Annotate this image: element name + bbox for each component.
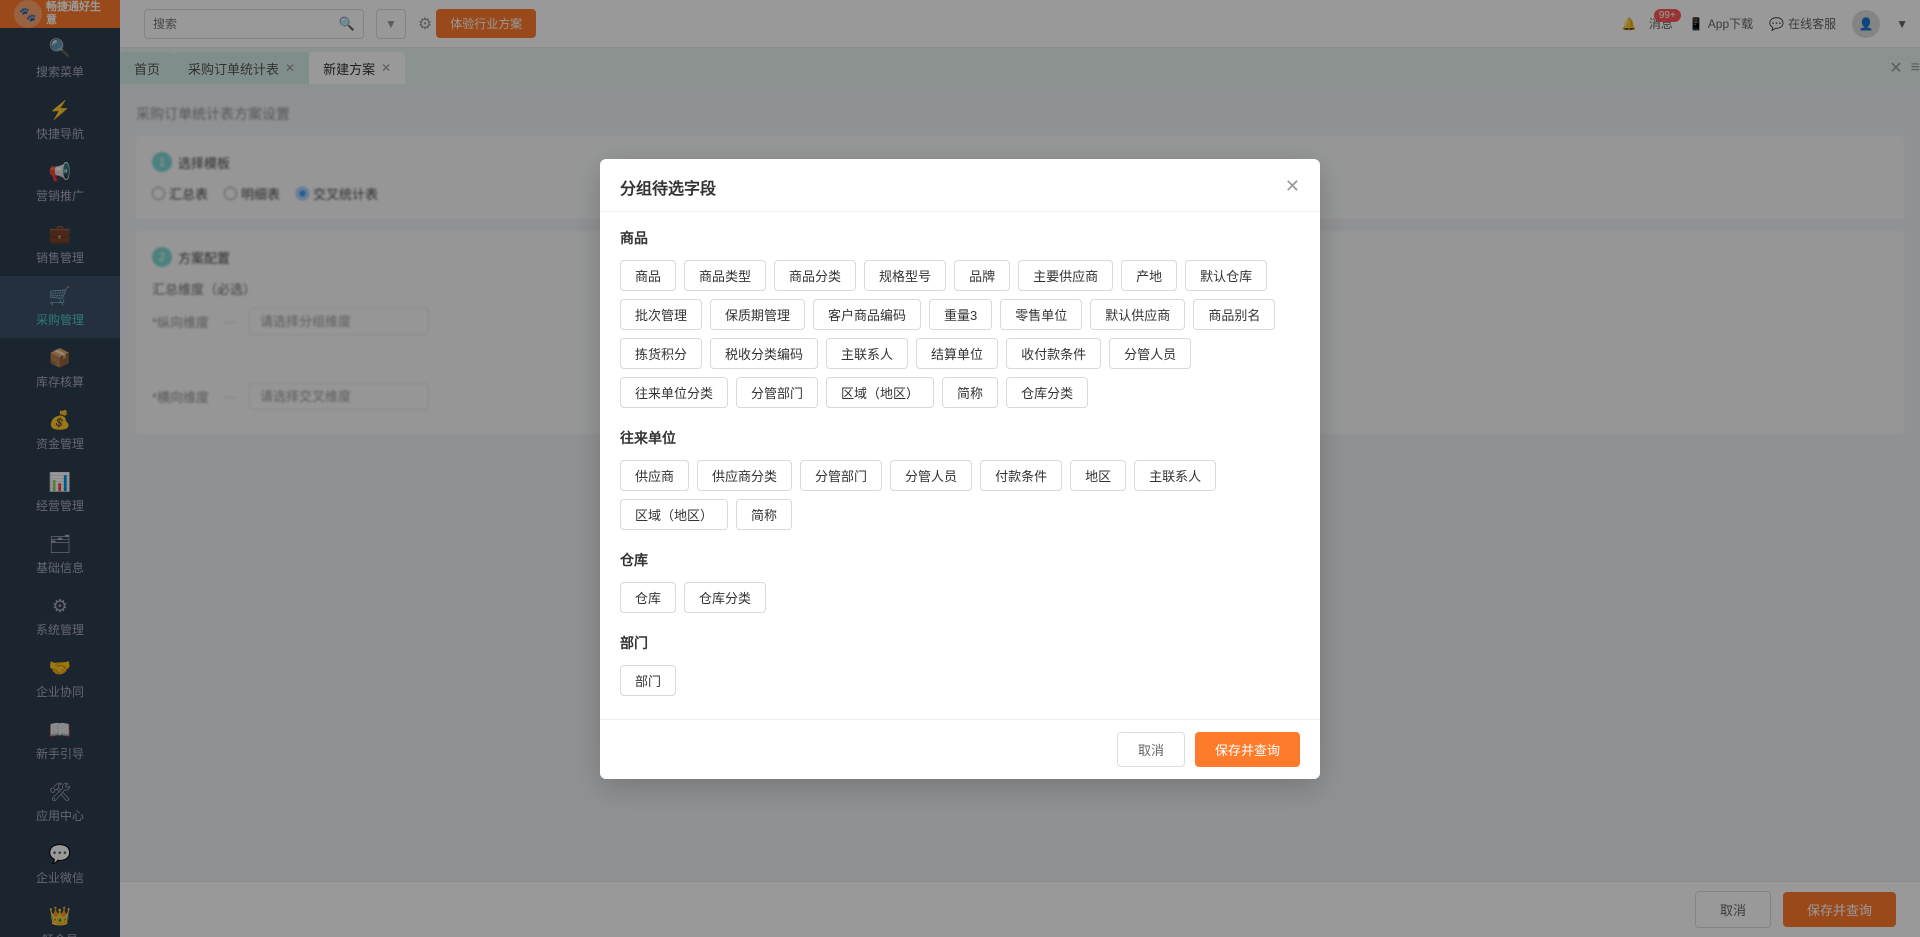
- field-tag[interactable]: 部门: [620, 665, 676, 696]
- field-tag[interactable]: 客户商品编码: [813, 299, 921, 330]
- section-warehouse: 仓库 仓库仓库分类: [620, 550, 1300, 613]
- dialog-title: 分组待选字段: [620, 175, 716, 199]
- section-dept-title: 部门: [620, 633, 1300, 653]
- dialog-overlay: 分组待选字段 ✕ 商品 商品商品类型商品分类规格型号品牌主要供应商产地默认仓库批…: [0, 0, 1920, 937]
- field-tag[interactable]: 往来单位分类: [620, 377, 728, 408]
- field-select-dialog: 分组待选字段 ✕ 商品 商品商品类型商品分类规格型号品牌主要供应商产地默认仓库批…: [600, 159, 1320, 779]
- field-tag[interactable]: 收付款条件: [1006, 338, 1101, 369]
- section-partner: 往来单位 供应商供应商分类分管部门分管人员付款条件地区主联系人区域（地区） 简称: [620, 428, 1300, 530]
- field-tag[interactable]: 分管部门: [800, 460, 882, 491]
- section-dept: 部门 部门: [620, 633, 1300, 696]
- field-tag[interactable]: 商品类型: [684, 260, 766, 291]
- field-tag[interactable]: 批次管理: [620, 299, 702, 330]
- field-tag[interactable]: 规格型号: [864, 260, 946, 291]
- field-tag[interactable]: 仓库分类: [1006, 377, 1088, 408]
- field-tag[interactable]: 分管人员: [890, 460, 972, 491]
- dialog-body: 商品 商品商品类型商品分类规格型号品牌主要供应商产地默认仓库批次管理保质期管理客…: [600, 212, 1320, 719]
- product-fields: 商品商品类型商品分类规格型号品牌主要供应商产地默认仓库批次管理保质期管理客户商品…: [620, 260, 1300, 408]
- field-tag[interactable]: 供应商分类: [697, 460, 792, 491]
- section-partner-title: 往来单位: [620, 428, 1300, 448]
- field-tag[interactable]: 默认仓库: [1185, 260, 1267, 291]
- field-tag[interactable]: 简称: [736, 499, 792, 530]
- dialog-confirm-btn[interactable]: 保存并查询: [1195, 732, 1300, 767]
- partner-fields: 供应商供应商分类分管部门分管人员付款条件地区主联系人区域（地区） 简称: [620, 460, 1300, 530]
- field-tag[interactable]: 区域（地区）: [620, 499, 728, 530]
- field-tag[interactable]: 分管部门: [736, 377, 818, 408]
- section-product-title: 商品: [620, 228, 1300, 248]
- field-tag[interactable]: 仓库: [620, 582, 676, 613]
- field-tag[interactable]: 付款条件: [980, 460, 1062, 491]
- field-tag[interactable]: 保质期管理: [710, 299, 805, 330]
- dept-fields: 部门: [620, 665, 1300, 696]
- field-tag[interactable]: 重量3: [929, 299, 992, 330]
- field-tag[interactable]: 商品别名: [1193, 299, 1275, 330]
- field-tag[interactable]: 默认供应商: [1090, 299, 1185, 330]
- field-tag[interactable]: 区域（地区）: [826, 377, 934, 408]
- field-tag[interactable]: 分管人员: [1109, 338, 1191, 369]
- field-tag[interactable]: 供应商: [620, 460, 689, 491]
- dialog-cancel-btn[interactable]: 取消: [1117, 732, 1185, 767]
- dialog-header: 分组待选字段 ✕: [600, 159, 1320, 212]
- section-warehouse-title: 仓库: [620, 550, 1300, 570]
- field-tag[interactable]: 商品: [620, 260, 676, 291]
- field-tag[interactable]: 主联系人: [826, 338, 908, 369]
- dialog-close-btn[interactable]: ✕: [1285, 176, 1300, 197]
- section-product: 商品 商品商品类型商品分类规格型号品牌主要供应商产地默认仓库批次管理保质期管理客…: [620, 228, 1300, 408]
- warehouse-fields: 仓库仓库分类: [620, 582, 1300, 613]
- dialog-footer: 取消 保存并查询: [600, 719, 1320, 779]
- field-tag[interactable]: 拣货积分: [620, 338, 702, 369]
- field-tag[interactable]: 品牌: [954, 260, 1010, 291]
- field-tag[interactable]: 仓库分类: [684, 582, 766, 613]
- field-tag[interactable]: 税收分类编码: [710, 338, 818, 369]
- field-tag[interactable]: 商品分类: [774, 260, 856, 291]
- field-tag[interactable]: 零售单位: [1000, 299, 1082, 330]
- field-tag[interactable]: 产地: [1121, 260, 1177, 291]
- field-tag[interactable]: 主要供应商: [1018, 260, 1113, 291]
- field-tag[interactable]: 主联系人: [1134, 460, 1216, 491]
- field-tag[interactable]: 结算单位: [916, 338, 998, 369]
- field-tag[interactable]: 简称: [942, 377, 998, 408]
- field-tag[interactable]: 地区: [1070, 460, 1126, 491]
